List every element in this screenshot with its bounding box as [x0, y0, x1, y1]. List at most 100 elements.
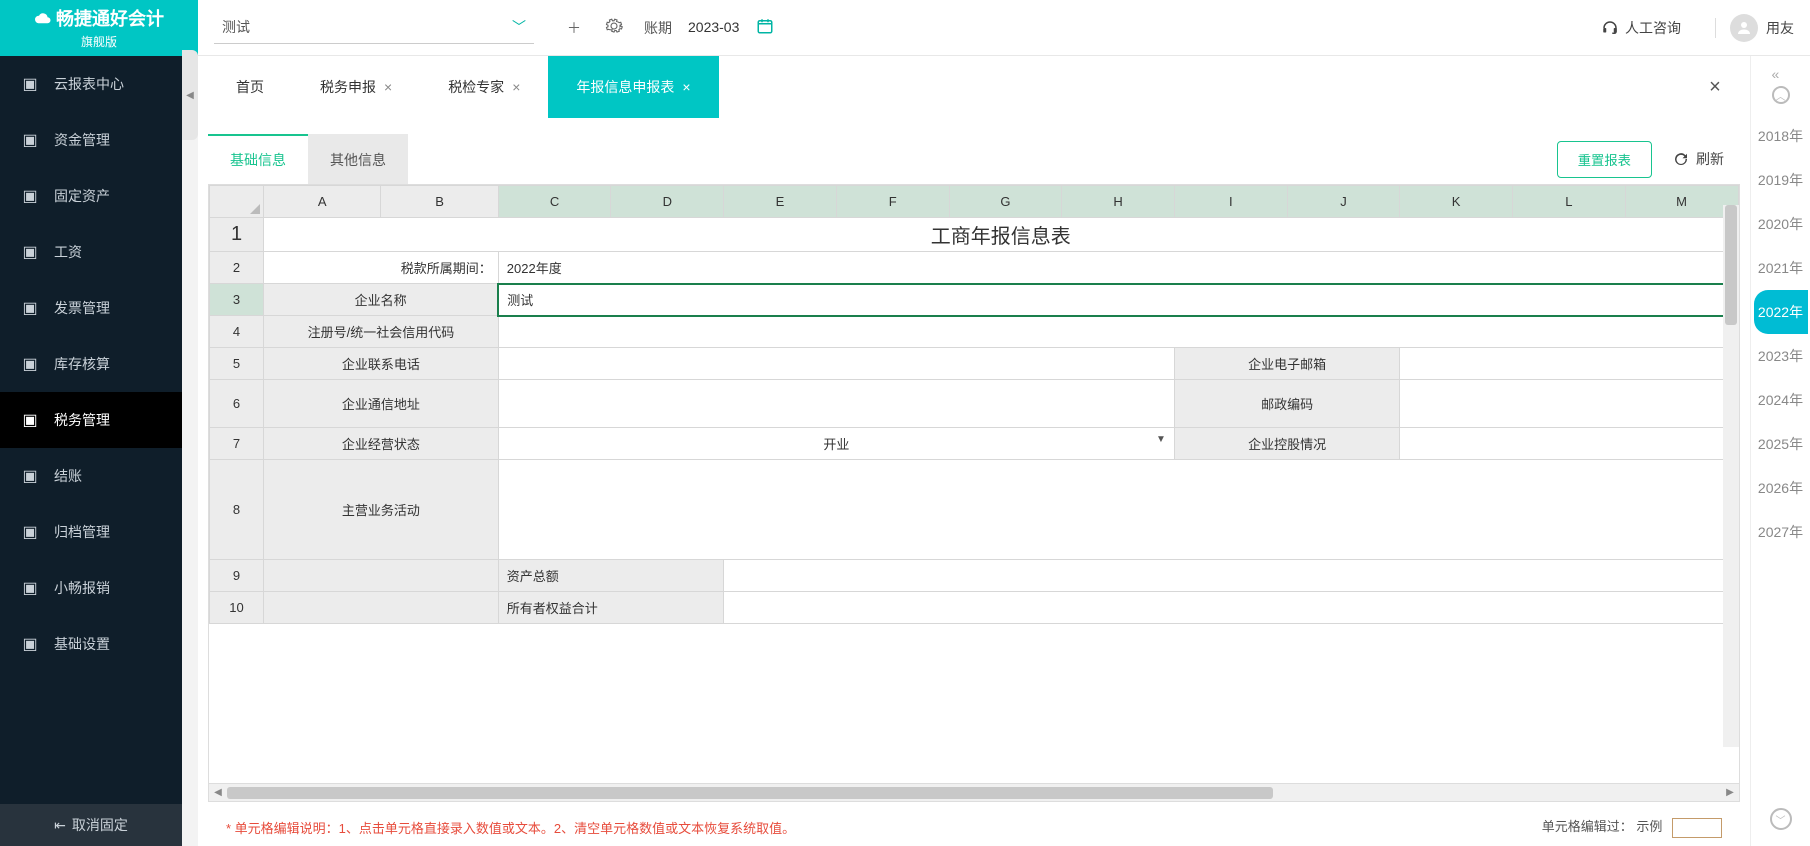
cell-label-company[interactable]: 企业名称 [264, 284, 499, 316]
cell-label-blank2[interactable] [264, 592, 499, 624]
cell-period-label[interactable]: 税款所属期间： [264, 252, 499, 284]
cell-mainbiz-input[interactable] [498, 460, 1738, 560]
year-item-2023年[interactable]: 2023年 [1754, 334, 1808, 378]
cell-label-blank1[interactable] [264, 560, 499, 592]
sheet-title[interactable]: 工商年报信息表 [264, 218, 1739, 252]
row-number[interactable]: 9 [210, 560, 264, 592]
row-number[interactable]: 8 [210, 460, 264, 560]
col-header[interactable]: M [1625, 186, 1738, 218]
year-item-2027年[interactable]: 2027年 [1754, 510, 1808, 554]
cell-label-owner-equity[interactable]: 所有者权益合计 [498, 592, 723, 624]
col-header[interactable]: F [836, 186, 949, 218]
tab-home[interactable]: 首页 [208, 56, 292, 118]
cell-label-address[interactable]: 企业通信地址 [264, 380, 499, 428]
horizontal-scrollbar[interactable]: ◀ ▶ [209, 783, 1739, 801]
sidebar-item-closing[interactable]: ▣结账 [0, 448, 182, 504]
cell-label-phone[interactable]: 企业联系电话 [264, 348, 499, 380]
year-item-2021年[interactable]: 2021年 [1754, 246, 1808, 290]
year-item-2024年[interactable]: 2024年 [1754, 378, 1808, 422]
tab-tax-declare[interactable]: 税务申报× [292, 56, 420, 118]
sidebar-item-invoice[interactable]: ▣发票管理 [0, 280, 182, 336]
row-number[interactable]: 1 [210, 218, 264, 252]
cell-holding-input[interactable] [1400, 428, 1738, 460]
row-number[interactable]: 6 [210, 380, 264, 428]
period-value[interactable]: 2023-03 [682, 15, 745, 40]
row-number[interactable]: 7 [210, 428, 264, 460]
add-company-button[interactable]: ＋ [560, 18, 588, 38]
tab-tax-check[interactable]: 税检专家× [420, 56, 548, 118]
cell-owner-equity-input[interactable] [724, 592, 1738, 624]
select-all-corner[interactable] [210, 186, 264, 218]
cell-email-input[interactable] [1400, 348, 1738, 380]
reset-report-button[interactable]: 重置报表 [1557, 141, 1652, 178]
cell-status-select[interactable]: 开业 [498, 428, 1174, 460]
cell-label-total-assets[interactable]: 资产总额 [498, 560, 723, 592]
scrollbar-track[interactable] [227, 787, 1721, 799]
col-header[interactable]: J [1287, 186, 1400, 218]
cell-regcode-input[interactable] [498, 316, 1738, 348]
sheet-scroll-area[interactable]: A B C D E F G H I J K L M [209, 185, 1739, 783]
sidebar-item-cloud-report[interactable]: ▣云报表中心 [0, 56, 182, 112]
cell-total-assets-input[interactable] [724, 560, 1738, 592]
col-header[interactable]: G [949, 186, 1062, 218]
cell-postcode-input[interactable] [1400, 380, 1738, 428]
cell-period-value[interactable]: 2022年度 [498, 252, 1738, 284]
close-all-tabs-button[interactable]: × [1690, 76, 1740, 99]
year-item-2020年[interactable]: 2020年 [1754, 202, 1808, 246]
col-header[interactable]: H [1062, 186, 1175, 218]
refresh-button[interactable]: 刷新 [1672, 149, 1724, 169]
row-number[interactable]: 10 [210, 592, 264, 624]
sidebar-item-reimburse[interactable]: ▣小畅报销 [0, 560, 182, 616]
subtab-other[interactable]: 其他信息 [308, 134, 408, 184]
year-item-2025年[interactable]: 2025年 [1754, 422, 1808, 466]
row-number[interactable]: 4 [210, 316, 264, 348]
sidebar-item-salary[interactable]: ▣工资 [0, 224, 182, 280]
cell-phone-input[interactable] [498, 348, 1174, 380]
col-header[interactable]: C [498, 186, 611, 218]
col-header[interactable]: I [1174, 186, 1287, 218]
row-number[interactable]: 3 [210, 284, 264, 316]
rail-collapse-bottom[interactable]: ﹀ [1770, 808, 1792, 830]
cell-label-status[interactable]: 企业经营状态 [264, 428, 499, 460]
cell-label-regcode[interactable]: 注册号/统一社会信用代码 [264, 316, 499, 348]
col-header[interactable]: B [381, 186, 498, 218]
sidebar-item-inventory[interactable]: ▣库存核算 [0, 336, 182, 392]
year-item-2019年[interactable]: 2019年 [1754, 158, 1808, 202]
close-icon[interactable]: × [384, 79, 392, 95]
col-header[interactable]: L [1512, 186, 1625, 218]
rail-collapse-top[interactable]: « ︿ [1772, 66, 1790, 104]
calendar-button[interactable] [751, 17, 779, 38]
cell-address-input[interactable] [498, 380, 1174, 428]
subtab-basic[interactable]: 基础信息 [208, 134, 308, 184]
row-number[interactable]: 5 [210, 348, 264, 380]
sidebar-item-archive[interactable]: ▣归档管理 [0, 504, 182, 560]
year-item-2022年[interactable]: 2022年 [1754, 290, 1808, 334]
consult-button[interactable]: 人工咨询 [1601, 18, 1681, 38]
tab-annual-report[interactable]: 年报信息申报表× [548, 56, 718, 118]
cell-label-holding[interactable]: 企业控股情况 [1174, 428, 1399, 460]
year-item-2026年[interactable]: 2026年 [1754, 466, 1808, 510]
cell-label-mainbiz[interactable]: 主营业务活动 [264, 460, 499, 560]
sidebar-item-fixed-asset[interactable]: ▣固定资产 [0, 168, 182, 224]
sidebar-item-fund[interactable]: ▣资金管理 [0, 112, 182, 168]
sidebar-item-tax[interactable]: ▣税务管理 [0, 392, 182, 448]
row-number[interactable]: 2 [210, 252, 264, 284]
company-selector[interactable]: 测试 ﹀ [214, 11, 534, 44]
close-icon[interactable]: × [512, 79, 520, 95]
scrollbar-thumb[interactable] [227, 787, 1273, 799]
col-header[interactable]: K [1400, 186, 1513, 218]
close-icon[interactable]: × [682, 79, 690, 95]
cell-label-postcode[interactable]: 邮政编码 [1174, 380, 1399, 428]
scrollbar-thumb[interactable] [1725, 205, 1737, 325]
col-header[interactable]: D [611, 186, 724, 218]
year-item-2018年[interactable]: 2018年 [1754, 114, 1808, 158]
col-header[interactable]: A [264, 186, 381, 218]
settings-button[interactable] [600, 17, 628, 38]
scroll-right-button[interactable]: ▶ [1721, 787, 1739, 798]
scroll-left-button[interactable]: ◀ [209, 787, 227, 798]
col-header[interactable]: E [724, 186, 837, 218]
sidebar-collapse-handle[interactable]: ◀ [182, 50, 198, 140]
sidebar-unpin-button[interactable]: ⇤取消固定 [0, 804, 182, 846]
vertical-scrollbar[interactable] [1723, 205, 1739, 747]
sidebar-item-basic-setting[interactable]: ▣基础设置 [0, 616, 182, 672]
